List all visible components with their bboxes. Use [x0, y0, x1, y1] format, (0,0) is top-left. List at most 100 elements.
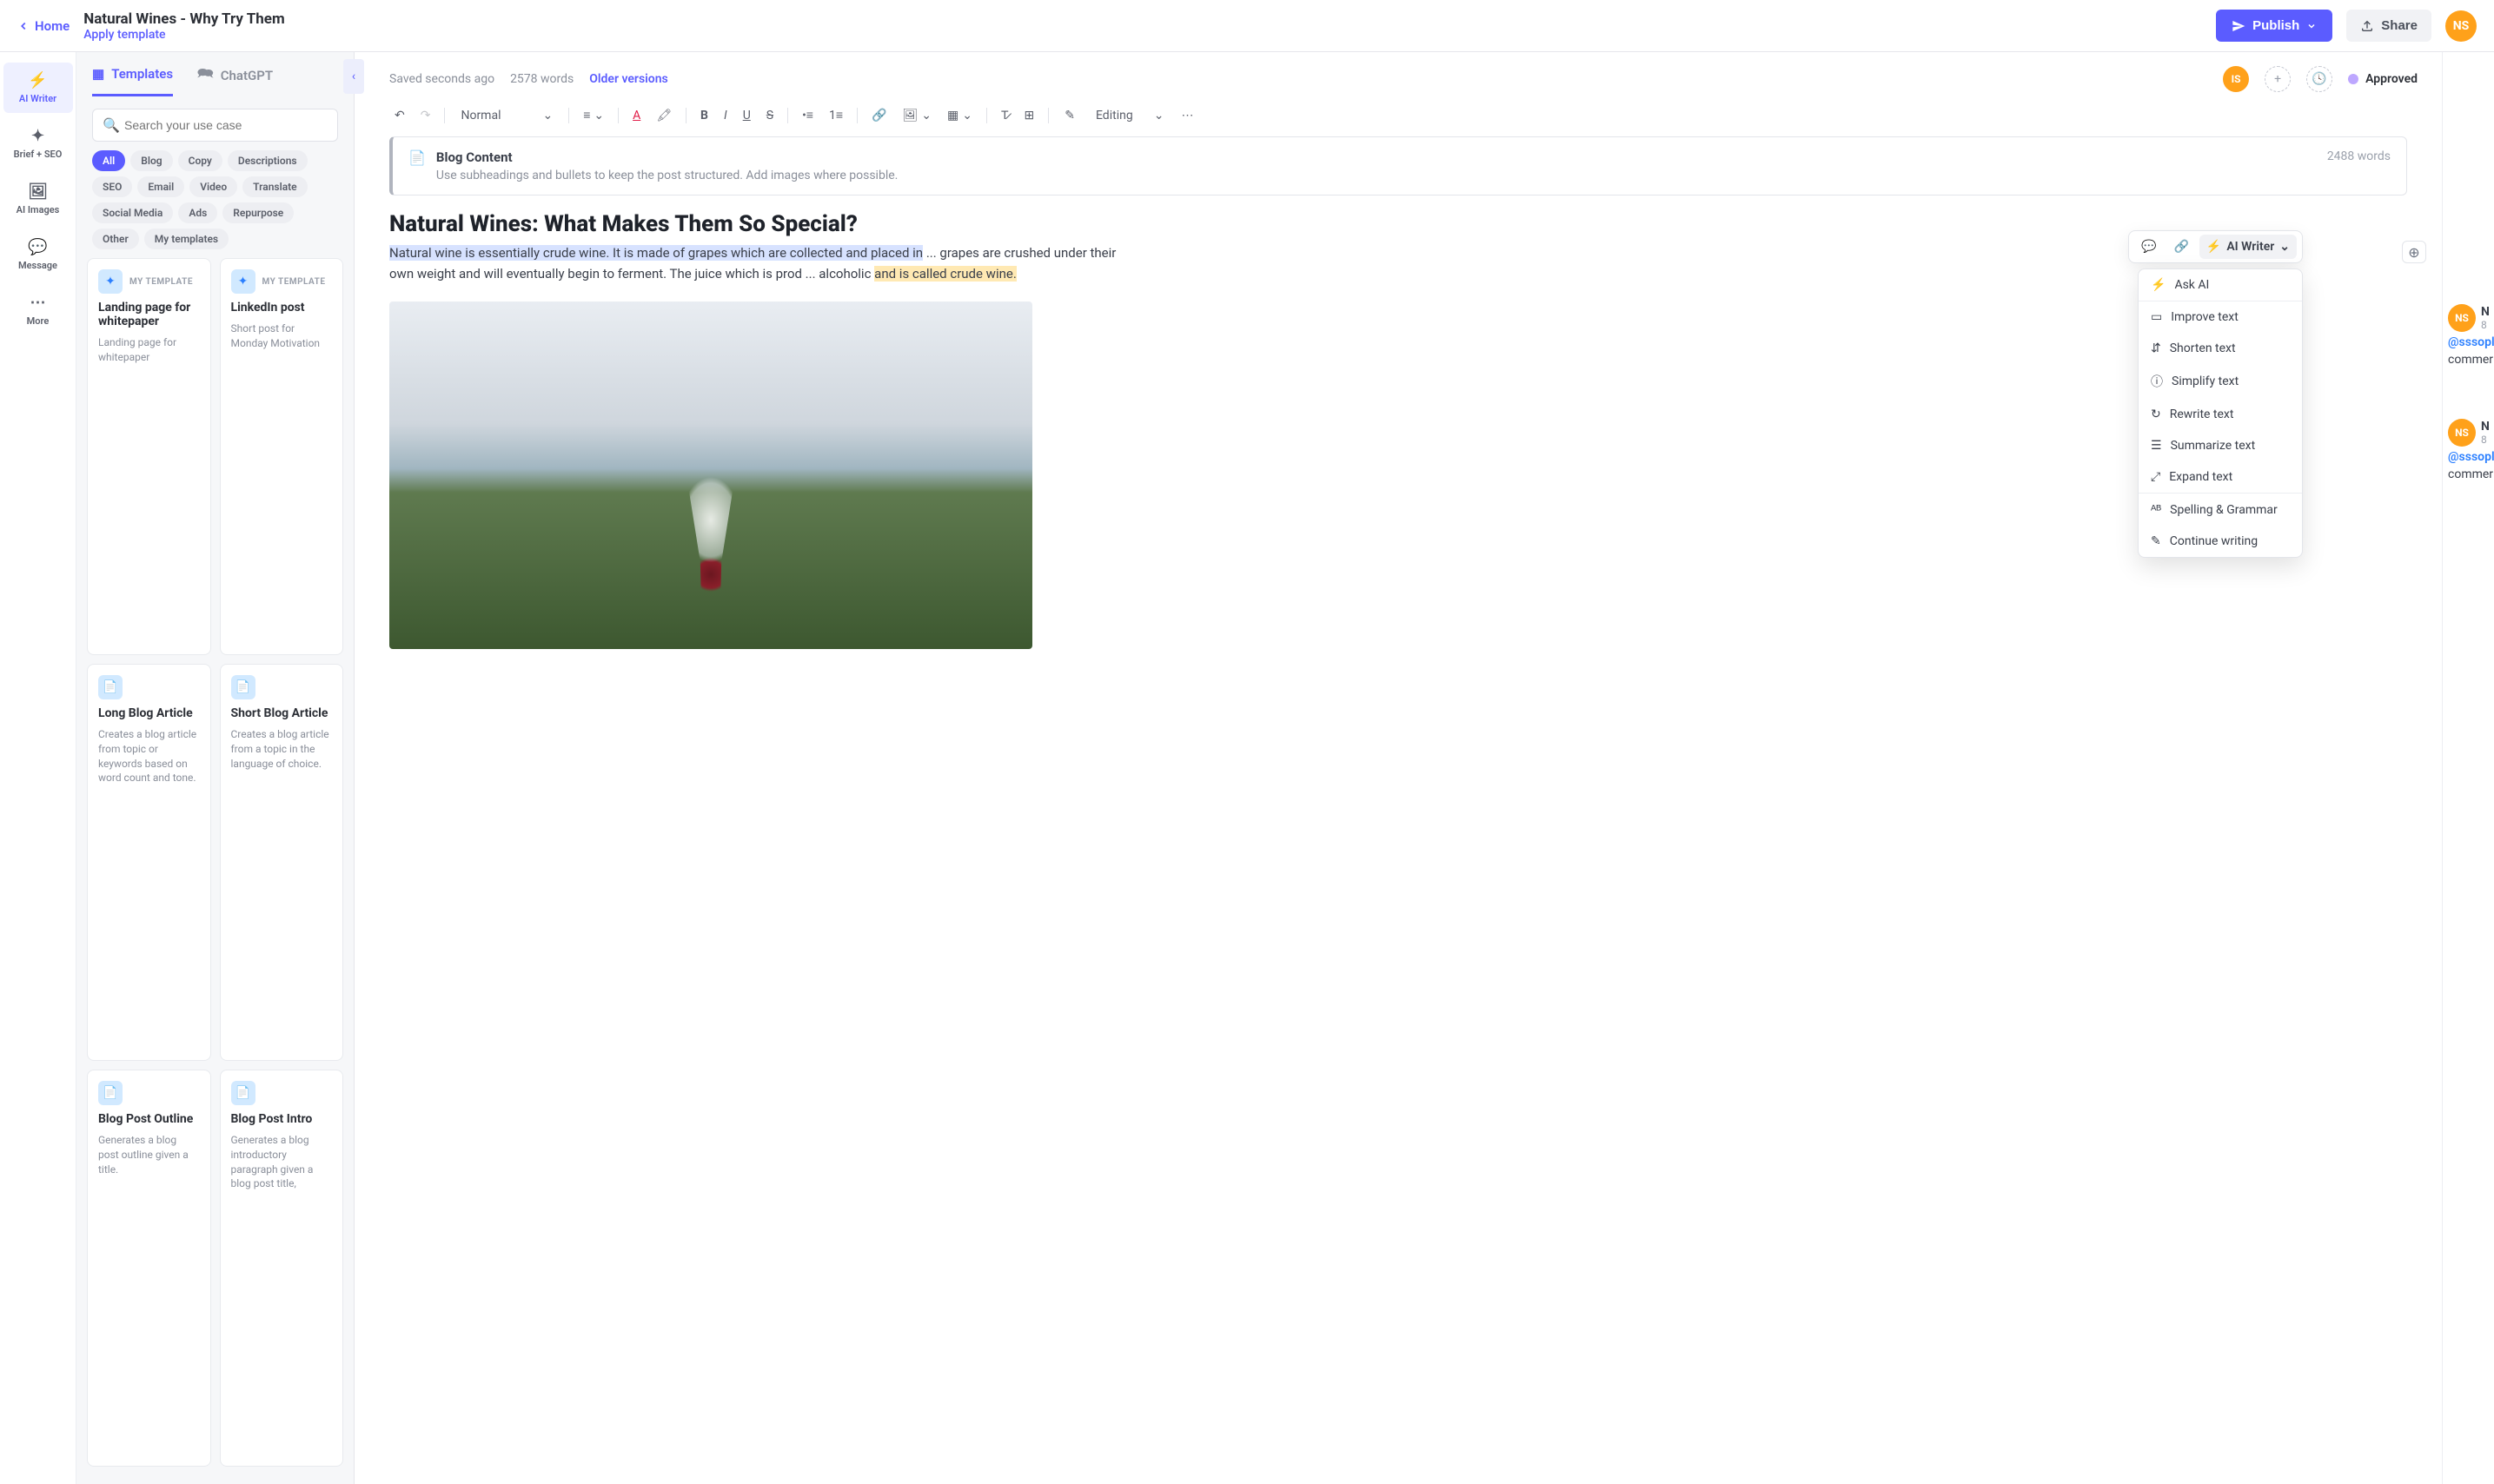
- comment-plus-icon: 💬: [2141, 240, 2156, 254]
- upload-icon: [2360, 19, 2374, 33]
- link-button[interactable]: 🔗: [866, 105, 892, 126]
- article-paragraph[interactable]: Natural wine is essentially crude wine. …: [389, 242, 1128, 284]
- template-card[interactable]: ✦ MY TEMPLATE LinkedIn post Short post f…: [220, 258, 344, 655]
- more-icon: ⋯: [30, 294, 46, 312]
- menu-ask-ai[interactable]: ⚡Ask AI: [2139, 269, 2302, 301]
- link-icon: 🔗: [872, 109, 886, 123]
- user-avatar[interactable]: NS: [2445, 10, 2477, 42]
- bullet-list-button[interactable]: •≡: [797, 104, 819, 126]
- menu-continue-writing[interactable]: ✎Continue writing: [2139, 526, 2302, 557]
- clear-format-button[interactable]: T̷: [996, 104, 1014, 126]
- share-button[interactable]: Share: [2346, 10, 2431, 42]
- chip-video[interactable]: Video: [189, 176, 237, 197]
- tab-templates[interactable]: ▦ Templates: [92, 64, 173, 96]
- menu-label: Summarize text: [2171, 439, 2256, 453]
- editing-mode-select[interactable]: ✎ Editing ⌄: [1058, 105, 1171, 126]
- menu-simplify-text[interactable]: ⓘSimplify text: [2139, 364, 2302, 399]
- chip-other[interactable]: Other: [92, 229, 139, 249]
- document-icon: 📄: [98, 675, 123, 699]
- chip-seo[interactable]: SEO: [92, 176, 132, 197]
- bold-button[interactable]: B: [695, 105, 713, 126]
- chip-my-templates[interactable]: My templates: [144, 229, 229, 249]
- chip-blog[interactable]: Blog: [130, 150, 172, 171]
- template-card[interactable]: 📄 Blog Post Outline Generates a blog pos…: [87, 1070, 211, 1467]
- template-card[interactable]: 📄 Long Blog Article Creates a blog artic…: [87, 664, 211, 1061]
- rail-message[interactable]: 💬 Message: [3, 229, 73, 280]
- menu-rewrite-text[interactable]: ↻Rewrite text: [2139, 399, 2302, 430]
- template-filter-chips: All Blog Copy Descriptions SEO Email Vid…: [76, 150, 354, 258]
- comment-author: N: [2481, 420, 2490, 434]
- ai-writer-label: AI Writer: [2226, 240, 2274, 254]
- chip-all[interactable]: All: [92, 150, 125, 171]
- strike-button[interactable]: S: [761, 105, 779, 126]
- apply-template-link[interactable]: Apply template: [83, 28, 284, 42]
- highlight-button[interactable]: 🖍: [651, 105, 677, 126]
- home-link[interactable]: Home: [17, 18, 70, 34]
- article-heading[interactable]: Natural Wines: What Makes Them So Specia…: [389, 211, 2407, 237]
- add-comment-button[interactable]: ⊕: [2402, 241, 2426, 263]
- chip-ads[interactable]: Ads: [178, 202, 217, 223]
- template-card[interactable]: 📄 Blog Post Intro Generates a blog intro…: [220, 1070, 344, 1467]
- menu-improve-text[interactable]: ▭Improve text: [2139, 301, 2302, 333]
- older-versions-link[interactable]: Older versions: [589, 72, 668, 86]
- comment-card[interactable]: NS N 8 @sssopl commer: [2448, 419, 2489, 481]
- editor-body[interactable]: 📄 Blog Content Use subheadings and bulle…: [355, 136, 2442, 1484]
- underline-button[interactable]: U: [738, 105, 756, 126]
- document-icon: 📄: [98, 1081, 123, 1105]
- template-desc: Short post for Monday Motivation: [231, 321, 333, 351]
- rail-brief-seo[interactable]: ✦ Brief + SEO: [3, 118, 73, 169]
- editor-toolbar: ↶ ↷ Normal ⌄ ≡⌄ A 🖍 B I U S •≡ 1≡ 🔗 🖼⌄ ▦…: [355, 97, 2442, 136]
- ai-link-button[interactable]: 🔗: [2166, 235, 2195, 259]
- publish-button[interactable]: Publish: [2216, 10, 2332, 42]
- redo-button[interactable]: ↷: [415, 105, 436, 126]
- rail-more[interactable]: ⋯ More: [3, 285, 73, 335]
- more-icon: ⋯: [1181, 109, 1193, 123]
- menu-spelling-grammar[interactable]: ᴬᴮSpelling & Grammar: [2139, 494, 2302, 526]
- more-toolbar-button[interactable]: ⋯: [1176, 105, 1198, 126]
- text-color-button[interactable]: A: [627, 105, 646, 126]
- underline-icon: U: [743, 109, 751, 123]
- chevron-left-icon: [17, 20, 30, 32]
- menu-shorten-text[interactable]: ⇵Shorten text: [2139, 333, 2302, 364]
- add-collaborator-button[interactable]: +: [2265, 66, 2291, 92]
- template-search-input[interactable]: [92, 109, 338, 142]
- ai-writer-button[interactable]: ⚡ AI Writer ⌄: [2199, 235, 2297, 259]
- undo-button[interactable]: ↶: [389, 105, 410, 126]
- ai-comment-button[interactable]: 💬: [2134, 235, 2163, 259]
- tab-chatgpt[interactable]: 🗪 ChatGPT: [197, 64, 273, 96]
- search-icon: 🔍: [103, 117, 120, 134]
- paragraph-style-select[interactable]: Normal ⌄: [454, 105, 560, 126]
- status-label: Approved: [2365, 72, 2418, 86]
- chip-copy[interactable]: Copy: [178, 150, 222, 171]
- template-card[interactable]: 📄 Short Blog Article Creates a blog arti…: [220, 664, 344, 1061]
- clock-placeholder[interactable]: 🕓: [2306, 66, 2332, 92]
- chip-repurpose[interactable]: Repurpose: [222, 202, 294, 223]
- menu-summarize-text[interactable]: ☰Summarize text: [2139, 430, 2302, 461]
- chip-descriptions[interactable]: Descriptions: [228, 150, 308, 171]
- collaborator-avatar[interactable]: IS: [2223, 66, 2249, 92]
- article-hero-image[interactable]: [389, 301, 1032, 649]
- rail-ai-images[interactable]: 🖼 AI Images: [3, 174, 73, 224]
- template-desc: Creates a blog article from a topic in t…: [231, 727, 333, 771]
- italic-button[interactable]: I: [719, 105, 733, 126]
- doc-status[interactable]: Approved: [2348, 72, 2418, 86]
- editor-meta-bar: Saved seconds ago 2578 words Older versi…: [355, 52, 2442, 97]
- chip-email[interactable]: Email: [137, 176, 184, 197]
- send-icon: [2232, 19, 2245, 33]
- template-title: Blog Post Intro: [231, 1112, 333, 1126]
- comment-card[interactable]: NS N 8 @sssopl commer: [2448, 304, 2489, 367]
- number-list-button[interactable]: 1≡: [824, 104, 848, 126]
- insert-button[interactable]: ⊞: [1019, 105, 1040, 126]
- template-card[interactable]: ✦ MY TEMPLATE Landing page for whitepape…: [87, 258, 211, 655]
- menu-expand-text[interactable]: ⤢Expand text: [2139, 461, 2302, 493]
- panel-collapse-button[interactable]: ‹: [343, 59, 364, 94]
- banner-title: Blog Content: [436, 149, 898, 165]
- chip-translate[interactable]: Translate: [242, 176, 307, 197]
- chip-social-media[interactable]: Social Media: [92, 202, 173, 223]
- image-button[interactable]: 🖼⌄: [897, 105, 937, 126]
- rail-ai-writer[interactable]: ⚡ AI Writer: [3, 63, 73, 113]
- table-button[interactable]: ▦⌄: [942, 105, 978, 126]
- chevron-down-icon: ⌄: [594, 109, 604, 123]
- doc-title[interactable]: Natural Wines - Why Try Them: [83, 10, 284, 28]
- align-button[interactable]: ≡⌄: [578, 104, 609, 126]
